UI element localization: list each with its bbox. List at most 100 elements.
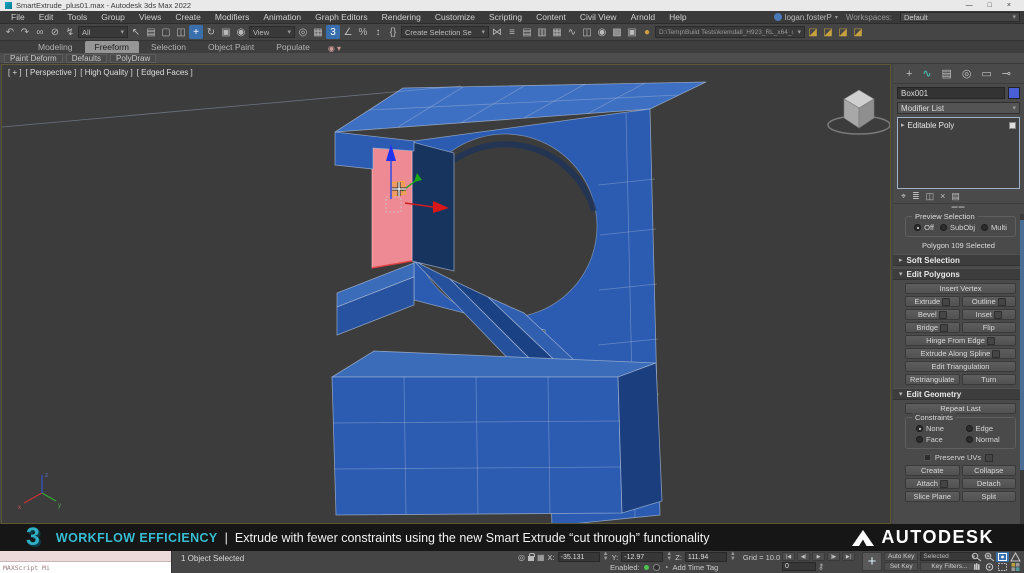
go-to-start-icon[interactable]: |◀ (782, 552, 795, 561)
ribbon-panel-button[interactable]: PolyDraw (110, 54, 156, 63)
viewport-canvas[interactable]: x y z (2, 65, 890, 523)
panel-scrollbar-handle[interactable] (1020, 220, 1024, 470)
panel-scrollbar[interactable] (1020, 214, 1024, 524)
preserve-uvs-settings-icon[interactable] (985, 454, 993, 462)
menu-item[interactable]: Rendering (375, 12, 428, 22)
toolbar-extra-icon-2[interactable]: ◪ (821, 25, 835, 39)
rendered-frame-window-icon[interactable]: ▣ (625, 25, 639, 39)
settings-box-icon[interactable] (940, 324, 948, 332)
maxscript-listener-row[interactable]: MAXScript Mi (0, 562, 171, 573)
settings-box-icon[interactable] (942, 298, 950, 306)
named-selection-sets-dropdown[interactable]: Create Selection Se (401, 26, 489, 38)
panel-splitter-handle[interactable]: ▬▬ (893, 204, 1024, 210)
edit-named-selection-sets-icon[interactable]: {} (386, 25, 400, 39)
record-icon[interactable] (653, 564, 660, 571)
bind-to-space-warp-icon[interactable]: ↯ (63, 25, 77, 39)
geometry-tool-button[interactable]: Slice Plane (905, 491, 960, 502)
menu-item[interactable]: Tools (60, 12, 94, 22)
add-time-tag-button[interactable]: Add Time Tag (672, 563, 718, 572)
menu-item[interactable]: Content (529, 12, 573, 22)
select-and-scale-icon[interactable]: ▣ (219, 25, 233, 39)
maxscript-mini-listener[interactable]: MAXScript Mi (0, 551, 172, 573)
x-coordinate-field[interactable]: -35.131 (558, 552, 600, 562)
modifier-visibility-icon[interactable] (1009, 122, 1016, 129)
align-icon[interactable]: ≡ (505, 25, 519, 39)
orbit-icon[interactable] (983, 562, 996, 572)
preview-selection-radio[interactable]: Multi (981, 223, 1007, 232)
object-color-swatch[interactable] (1008, 87, 1020, 99)
z-spinner[interactable]: ▲▼ (730, 552, 736, 562)
material-editor-icon[interactable]: ◉ (595, 25, 609, 39)
polygon-tool-button[interactable]: Flip (962, 322, 1017, 333)
toggle-ribbon-icon[interactable]: ▦ (550, 25, 564, 39)
ribbon-tab[interactable]: Populate (266, 41, 320, 53)
zoom-extents-icon[interactable] (996, 552, 1009, 562)
go-to-end-icon[interactable]: ▶| (842, 552, 855, 561)
modifier-list-dropdown[interactable]: Modifier List (897, 102, 1020, 114)
isolate-selection-icon[interactable]: ◎ (518, 553, 525, 562)
y-coordinate-field[interactable]: -12.97 (621, 552, 663, 562)
menu-item[interactable]: Views (132, 12, 169, 22)
maximize-viewport-toggle-icon[interactable] (1009, 562, 1022, 572)
render-setup-icon[interactable]: ▩ (610, 25, 624, 39)
reference-coordinate-system-dropdown[interactable]: View (249, 26, 295, 38)
polygon-tool-button[interactable]: Extrude (905, 296, 960, 307)
constraint-radio[interactable]: Face (916, 435, 962, 444)
menu-item[interactable]: Arnold (624, 12, 663, 22)
window-crossing-icon[interactable]: ◫ (174, 25, 188, 39)
settings-box-icon[interactable] (992, 350, 1000, 358)
select-and-move-icon[interactable]: + (189, 25, 203, 39)
select-by-name-icon[interactable]: ▤ (144, 25, 158, 39)
workspace-dropdown[interactable]: Default (900, 12, 1020, 22)
rollout-edit-geometry[interactable]: Edit Geometry (893, 388, 1024, 400)
ribbon-panel-button[interactable]: Defaults (66, 54, 107, 63)
menu-item[interactable]: Graph Editors (308, 12, 374, 22)
configure-modifier-sets-icon[interactable]: ▤ (951, 191, 960, 202)
create-tab-icon[interactable]: + (906, 68, 912, 80)
viewport-label-item[interactable]: [ Edged Faces ] (137, 68, 193, 77)
toolbar-extra-icon-1[interactable]: ◪ (806, 25, 820, 39)
x-spinner[interactable]: ▲▼ (603, 552, 609, 562)
ribbon-tab[interactable]: Modeling (28, 41, 83, 53)
zoom-region-icon[interactable] (996, 562, 1009, 572)
schematic-view-icon[interactable]: ◫ (580, 25, 594, 39)
menu-item[interactable]: Animation (256, 12, 308, 22)
absolute-mode-icon[interactable]: ▦ (537, 553, 545, 562)
minimize-button[interactable]: — (966, 0, 973, 11)
menu-item[interactable]: Modifiers (208, 12, 256, 22)
geometry-tool-button[interactable]: Collapse (962, 465, 1017, 476)
settings-box-icon[interactable] (940, 480, 948, 488)
unlink-selection-icon[interactable]: ⊘ (48, 25, 62, 39)
modify-tab-icon[interactable]: ∿ (922, 67, 931, 80)
show-end-result-icon[interactable]: ≣ (912, 191, 920, 202)
percent-snap-icon[interactable]: % (356, 25, 370, 39)
perspective-viewport[interactable]: [ + ][ Perspective ][ High Quality ][ Ed… (1, 64, 891, 524)
set-key-button[interactable]: Set Key (884, 562, 918, 571)
ribbon-tab[interactable]: Freeform (85, 41, 139, 53)
spinner-snap-icon[interactable]: ↕ (371, 25, 385, 39)
current-frame-field[interactable]: 0 (782, 562, 816, 571)
geometry-tool-button[interactable]: Split (962, 491, 1017, 502)
user-account-menu[interactable]: logan.fosterP ▾ (774, 13, 838, 22)
polygon-tool-button[interactable]: Hinge From Edge (905, 335, 1016, 346)
rollout-edit-polygons[interactable]: Edit Polygons (893, 268, 1024, 280)
zoom-all-icon[interactable] (983, 552, 996, 562)
menu-item[interactable]: Help (662, 12, 693, 22)
remove-modifier-icon[interactable]: × (940, 191, 945, 201)
viewport-label-item[interactable]: [ High Quality ] (80, 68, 132, 77)
menu-item[interactable]: File (4, 12, 32, 22)
settings-box-icon[interactable] (998, 298, 1006, 306)
close-button[interactable]: × (1007, 0, 1011, 11)
menu-item[interactable]: Scripting (482, 12, 529, 22)
menu-item[interactable]: Group (94, 12, 132, 22)
settings-box-icon[interactable] (987, 337, 995, 345)
new-key-button[interactable]: + (862, 552, 882, 571)
constraint-radio[interactable]: Edge (966, 424, 1012, 433)
mirror-icon[interactable]: ⋈ (490, 25, 504, 39)
toolbar-extra-icon-3[interactable]: ◪ (836, 25, 850, 39)
menu-item[interactable]: Civil View (573, 12, 624, 22)
hierarchy-tab-icon[interactable]: ▤ (942, 67, 952, 80)
constraint-radio[interactable]: None (916, 424, 962, 433)
viewport-label-item[interactable]: [ Perspective ] (26, 68, 77, 77)
settings-box-icon[interactable] (994, 311, 1002, 319)
